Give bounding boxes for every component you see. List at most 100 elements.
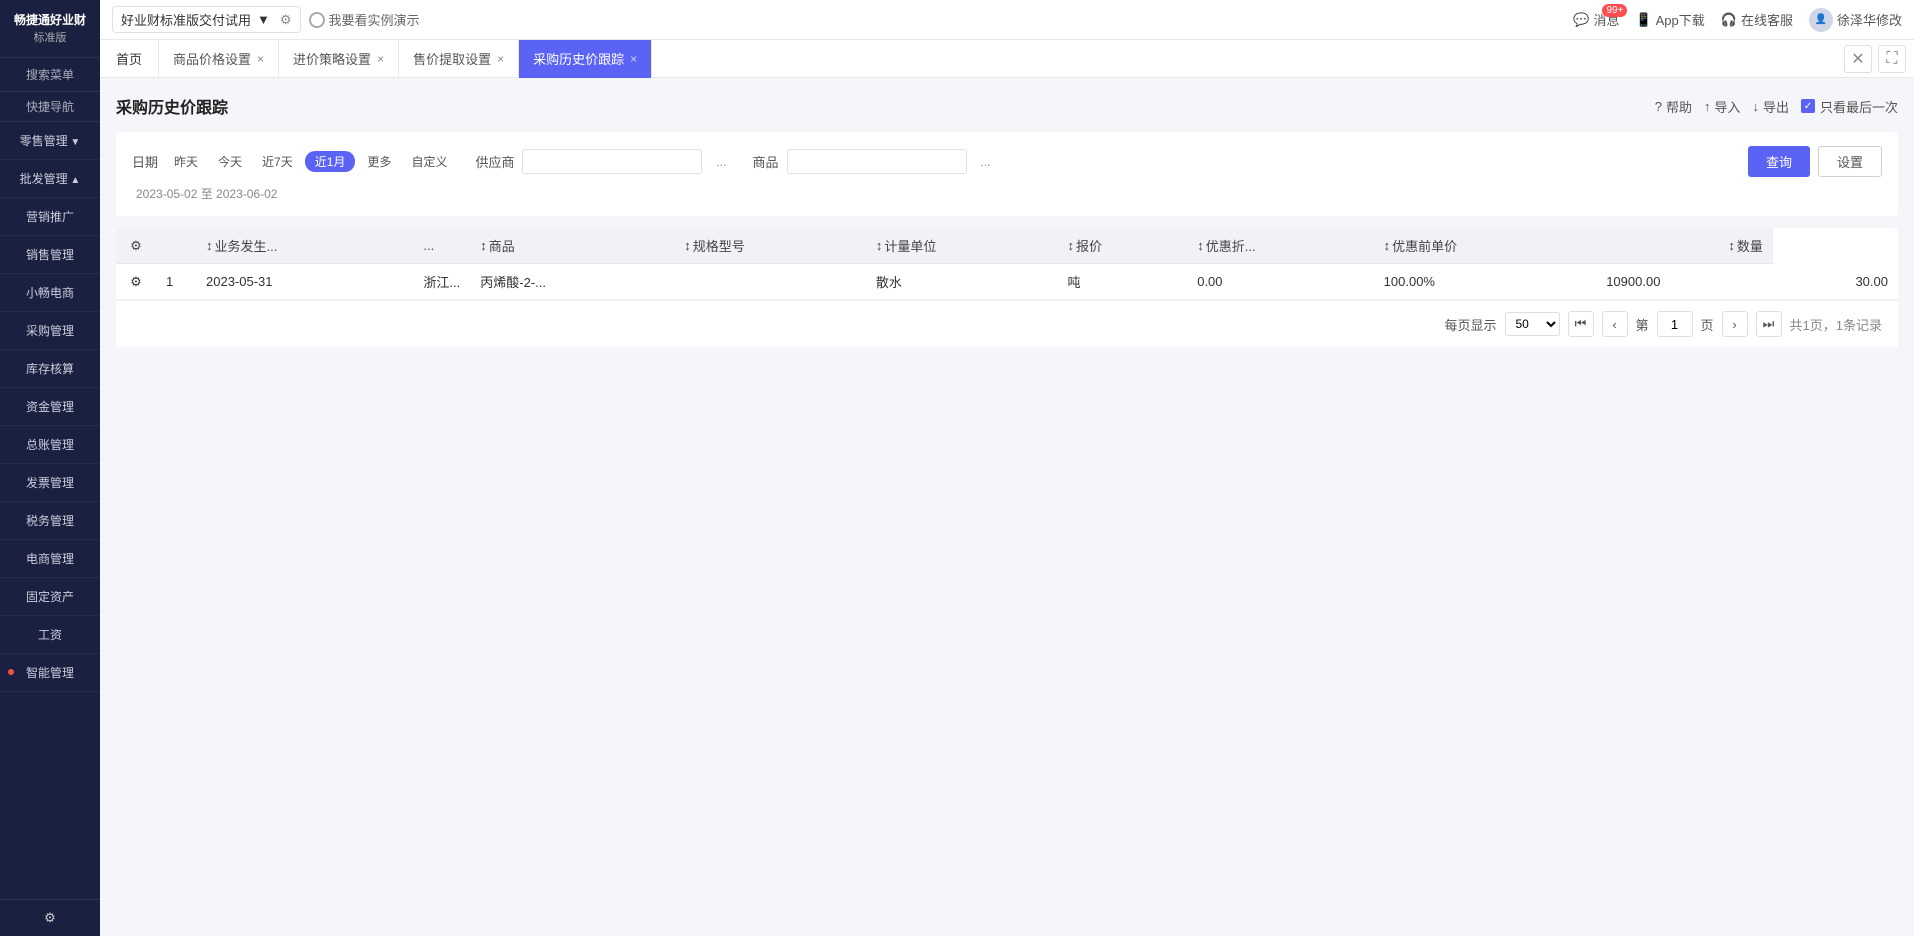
row-supplier: 浙江... — [413, 264, 470, 300]
sidebar-item-tax[interactable]: 税务管理 — [0, 502, 100, 540]
sidebar-quick-nav[interactable]: 快捷导航 — [0, 92, 100, 122]
sidebar-item-salary[interactable]: 工资 — [0, 616, 100, 654]
date-btn-近1月[interactable]: 近1月 — [305, 151, 356, 172]
sidebar-item-sales[interactable]: 销售管理 — [0, 236, 100, 274]
messages-btn[interactable]: 💬 消息 99+ — [1573, 10, 1619, 29]
online-service-label: 在线客服 — [1741, 10, 1793, 29]
tab-close-price[interactable]: × — [257, 52, 264, 66]
first-page-btn[interactable]: ⏮ — [1568, 311, 1594, 337]
sidebar-item-assets[interactable]: 固定资产 — [0, 578, 100, 616]
last-page-btn[interactable]: ⏭ — [1756, 311, 1782, 337]
filter-row2: 2023-05-02 至 2023-06-02 — [132, 185, 1882, 202]
supplier-input[interactable] — [522, 149, 702, 174]
th-more[interactable]: ... — [413, 228, 470, 264]
th-qty[interactable]: ↕数量 — [1596, 228, 1773, 264]
next-page-btn[interactable]: › — [1722, 311, 1748, 337]
product-selector[interactable]: 好业财标准版交付试用 ▼ ⚙ — [112, 6, 301, 33]
table-row: ⚙ 1 2023-05-31 浙江... 丙烯酸-2-... 散水 吨 0.00… — [116, 264, 1898, 300]
row-gear[interactable]: ⚙ — [116, 264, 156, 300]
import-label: 导入 — [1714, 97, 1740, 116]
topbar-right: 💬 消息 99+ 📱 App下载 🎧 在线客服 👤 徐泽华修改 — [1573, 8, 1902, 32]
page-title: 采购历史价跟踪 — [116, 94, 228, 118]
tab-history[interactable]: 采购历史价跟踪× — [519, 40, 652, 78]
sidebar-settings[interactable]: ⚙ — [0, 899, 100, 936]
arrow-icon: ▲ — [68, 175, 81, 186]
sidebar-item-wholesale[interactable]: 批发管理 ▲ — [0, 160, 100, 198]
tab-close-sale[interactable]: × — [497, 52, 504, 66]
arrow-icon: ▼ — [68, 137, 81, 148]
filter-date-item: 日期 昨天今天近7天近1月更多自定义 — [132, 151, 455, 172]
th-goods[interactable]: ↕商品 — [470, 228, 674, 264]
page-number-input[interactable] — [1657, 311, 1693, 337]
prev-page-btn[interactable]: ‹ — [1602, 311, 1628, 337]
user-menu[interactable]: 👤 徐泽华修改 — [1809, 8, 1902, 32]
supplier-filter-label: 供应商 — [475, 152, 514, 171]
tabbar-actions: ✕ ⛶ — [1844, 45, 1914, 73]
date-btn-昨天[interactable]: 昨天 — [166, 151, 206, 172]
sidebar-item-invoice[interactable]: 发票管理 — [0, 464, 100, 502]
tab-home[interactable]: 首页 — [100, 40, 159, 78]
goods-input[interactable] — [787, 149, 967, 174]
th-gear[interactable]: ⚙ — [116, 228, 156, 264]
demo-link[interactable]: 我要看实例演示 — [309, 10, 420, 29]
th-date[interactable]: ↕业务发生... — [196, 228, 413, 264]
date-btn-近7天[interactable]: 近7天 — [254, 151, 301, 172]
tab-strategy[interactable]: 进价策略设置× — [279, 40, 399, 78]
last-only-checkbox[interactable]: ✓ 只看最后一次 — [1801, 97, 1898, 116]
sidebar-item-retail[interactable]: 零售管理 ▼ — [0, 122, 100, 160]
headset-icon: 🎧 — [1721, 12, 1737, 28]
export-icon: ↓ — [1752, 99, 1759, 114]
row-spec — [674, 264, 866, 300]
pagination: 每页显示 50 100 ⏮ ‹ 第 页 › ⏭ 共1页，1条记录 — [116, 300, 1898, 347]
tab-close-strategy[interactable]: × — [377, 52, 384, 66]
date-btn-自定义[interactable]: 自定义 — [403, 151, 455, 172]
date-btn-今天[interactable]: 今天 — [210, 151, 250, 172]
help-btn[interactable]: ? 帮助 — [1655, 97, 1692, 116]
per-page-select[interactable]: 50 100 — [1505, 312, 1560, 336]
gear-icon-cell: ⚙ — [130, 274, 142, 289]
import-btn[interactable]: ↑ 导入 — [1704, 97, 1741, 116]
sidebar-search[interactable]: 搜索菜单 — [0, 58, 100, 92]
query-button[interactable]: 查询 — [1748, 146, 1810, 177]
product-name: 好业财标准版交付试用 — [121, 10, 251, 29]
th-discount-label: 优惠折... — [1206, 236, 1256, 255]
sidebar-item-smart[interactable]: 智能管理 — [0, 654, 100, 692]
tab-close-history[interactable]: × — [630, 52, 637, 66]
th-price[interactable]: ↕报价 — [1057, 228, 1187, 264]
settings-icon: ⚙ — [44, 910, 56, 925]
sidebar-item-ecommerce_small[interactable]: 小畅电商 — [0, 274, 100, 312]
th-unit-price[interactable]: ↕优惠前单价 — [1374, 228, 1597, 264]
sidebar-item-finance[interactable]: 资金管理 — [0, 388, 100, 426]
goods-more-btn[interactable]: ... — [975, 153, 997, 171]
sidebar-item-inventory[interactable]: 库存核算 — [0, 350, 100, 388]
sidebar-item-purchase[interactable]: 采购管理 — [0, 312, 100, 350]
settings-button[interactable]: 设置 — [1818, 146, 1882, 177]
row-qty: 30.00 — [1773, 264, 1898, 300]
th-discount[interactable]: ↕优惠折... — [1187, 228, 1373, 264]
th-no — [156, 228, 196, 264]
filter-dates: 昨天今天近7天近1月更多自定义 — [166, 151, 455, 172]
maximize-tab-btn[interactable]: ⛶ — [1878, 45, 1906, 73]
th-unit[interactable]: ↕计量单位 — [866, 228, 1058, 264]
import-icon: ↑ — [1704, 99, 1711, 114]
th-spec[interactable]: ↕规格型号 — [674, 228, 866, 264]
supplier-more-btn[interactable]: ... — [710, 153, 732, 171]
sidebar-item-ecommerce[interactable]: 电商管理 — [0, 540, 100, 578]
settings-icon[interactable]: ⚙ — [280, 12, 292, 28]
export-btn[interactable]: ↓ 导出 — [1752, 97, 1789, 116]
chevron-down-icon: ▼ — [257, 12, 270, 27]
phone-icon: 📱 — [1635, 12, 1651, 28]
sidebar-item-general[interactable]: 总账管理 — [0, 426, 100, 464]
user-name: 徐泽华修改 — [1837, 10, 1902, 29]
tab-label-home: 首页 — [116, 49, 142, 68]
date-btn-更多[interactable]: 更多 — [359, 151, 399, 172]
sidebar-item-marketing[interactable]: 营销推广 — [0, 198, 100, 236]
th-spec-label: 规格型号 — [693, 236, 745, 255]
app-download-btn[interactable]: 📱 App下载 — [1635, 10, 1704, 29]
sidebar-logo-sub: 标准版 — [8, 29, 92, 45]
online-service-btn[interactable]: 🎧 在线客服 — [1721, 10, 1793, 29]
tab-sale[interactable]: 售价提取设置× — [399, 40, 519, 78]
th-date-label: 业务发生... — [215, 236, 278, 255]
tab-price[interactable]: 商品价格设置× — [159, 40, 279, 78]
close-tab-btn[interactable]: ✕ — [1844, 45, 1872, 73]
